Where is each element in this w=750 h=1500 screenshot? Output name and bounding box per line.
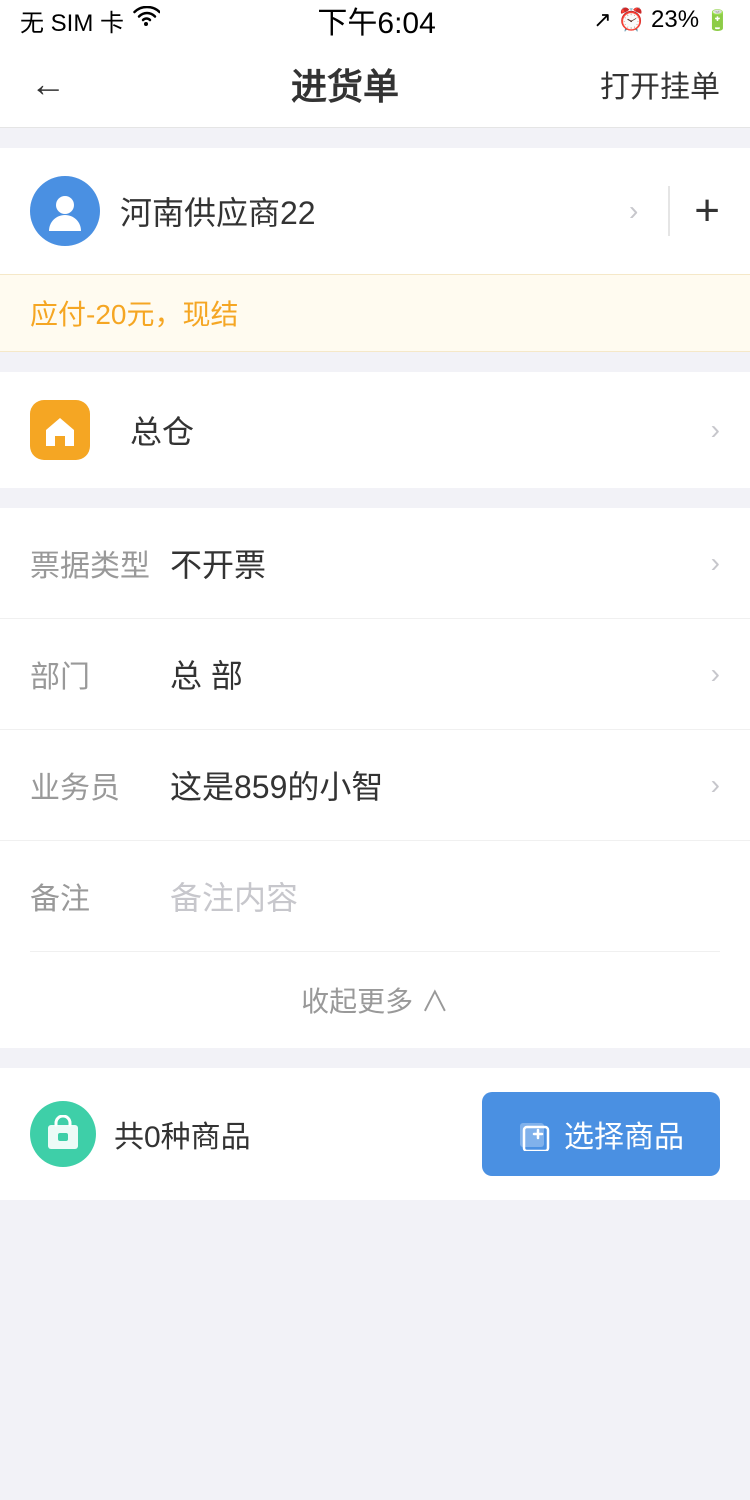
content-background: [0, 1200, 750, 1500]
gap-1: [0, 128, 750, 148]
invoice-type-chevron-icon: ›: [711, 547, 720, 579]
battery-text: 23%: [651, 6, 699, 34]
remark-row[interactable]: 备注 备注内容: [0, 841, 750, 951]
wifi-icon: [132, 6, 160, 35]
gps-icon: ↗: [593, 7, 611, 33]
select-product-button[interactable]: 选择商品: [482, 1092, 720, 1176]
invoice-type-value: 不开票: [150, 540, 711, 586]
open-pending-button[interactable]: 打开挂单: [600, 62, 720, 106]
supplier-avatar: [30, 176, 100, 246]
salesperson-value: 这是859的小智: [150, 762, 711, 808]
battery-icon: 🔋: [705, 8, 730, 33]
nav-bar: ← 进货单 打开挂单: [0, 40, 750, 128]
status-bar: 无 SIM 卡 下午6:04 ↗ ⏰ 23% 🔋: [0, 0, 750, 40]
warehouse-card: 总仓 ›: [0, 372, 750, 488]
page-title: 进货单: [291, 58, 399, 110]
warehouse-row[interactable]: 总仓 ›: [0, 372, 750, 488]
collapse-button[interactable]: 收起更多 ∧: [0, 952, 750, 1048]
gap-3: [0, 488, 750, 508]
supplier-chevron-icon: ›: [629, 195, 638, 227]
product-count-text: 共0种商品: [114, 1112, 251, 1156]
salesperson-row[interactable]: 业务员 这是859的小智 ›: [0, 730, 750, 841]
select-product-label: 选择商品: [564, 1112, 684, 1156]
warehouse-name: 总仓: [110, 407, 711, 453]
status-right: ↗ ⏰ 23% 🔋: [593, 6, 730, 34]
product-count-icon: [30, 1101, 96, 1167]
add-supplier-button[interactable]: +: [694, 186, 720, 236]
product-count-area: 共0种商品: [30, 1101, 251, 1167]
warehouse-icon: [30, 400, 90, 460]
carrier-text: 无 SIM 卡: [20, 3, 124, 38]
back-button[interactable]: ←: [30, 63, 90, 105]
alarm-icon: ⏰: [618, 7, 645, 33]
department-row[interactable]: 部门 总 部 ›: [0, 619, 750, 730]
invoice-type-row[interactable]: 票据类型 不开票 ›: [0, 508, 750, 619]
department-label: 部门: [30, 652, 150, 696]
remark-label: 备注: [30, 874, 150, 918]
warehouse-chevron-icon: ›: [711, 414, 720, 446]
department-value: 总 部: [150, 651, 711, 697]
gap-4: [0, 1048, 750, 1068]
notice-bar: 应付-20元，现结: [0, 274, 750, 352]
form-card: 票据类型 不开票 › 部门 总 部 › 业务员 这是859的小智 › 备注 备注…: [0, 508, 750, 1048]
supplier-row[interactable]: 河南供应商22 › +: [0, 148, 750, 274]
supplier-card: 河南供应商22 › + 应付-20元，现结: [0, 148, 750, 352]
status-time: 下午6:04: [317, 0, 435, 42]
gap-2: [0, 352, 750, 372]
invoice-type-label: 票据类型: [30, 541, 150, 585]
status-left: 无 SIM 卡: [20, 3, 160, 38]
salesperson-label: 业务员: [30, 763, 150, 807]
salesperson-chevron-icon: ›: [711, 769, 720, 801]
supplier-name: 河南供应商22: [120, 188, 629, 234]
remark-input[interactable]: 备注内容: [150, 873, 720, 919]
supplier-divider: [668, 186, 670, 236]
department-chevron-icon: ›: [711, 658, 720, 690]
bottom-bar: 共0种商品 选择商品: [0, 1068, 750, 1200]
